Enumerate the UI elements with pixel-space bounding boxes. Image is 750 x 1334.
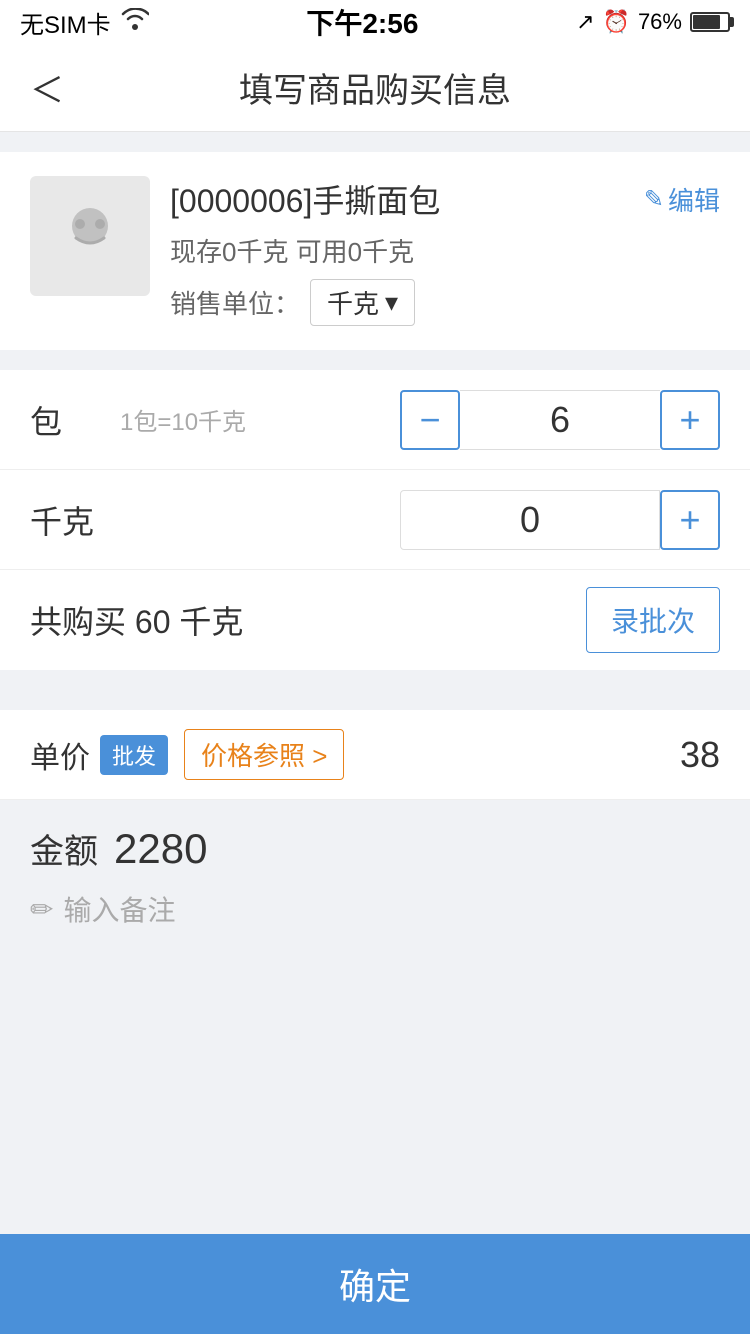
kg-input[interactable]	[400, 490, 660, 550]
note-icon: ✏	[30, 893, 53, 926]
wifi-icon	[121, 8, 149, 37]
status-left: 无SIM卡	[20, 5, 149, 40]
kg-input-row: 千克 +	[0, 470, 750, 570]
back-button[interactable]: ＜	[30, 63, 80, 112]
edit-icon: ✎	[644, 185, 664, 214]
product-name: [0000006]手撕面包	[170, 176, 440, 222]
product-unit-row: 销售单位： 千克 ▾	[170, 279, 720, 326]
price-tag: 批发	[100, 735, 168, 775]
battery-percent: 76%	[638, 9, 682, 35]
bag-input[interactable]	[460, 390, 660, 450]
bag-control: − +	[400, 390, 720, 450]
price-ref-button[interactable]: 价格参照 >	[184, 729, 344, 780]
bag-input-row: 包 1包=10千克 − +	[0, 370, 750, 470]
product-info: [0000006]手撕面包 ✎ 编辑 现存0千克 可用0千克 销售单位： 千克 …	[170, 176, 720, 326]
confirm-button[interactable]: 确定	[0, 1234, 750, 1334]
divider-1	[0, 350, 750, 370]
carrier-text: 无SIM卡	[20, 5, 111, 40]
status-right: ↗ ⏰ 76%	[576, 9, 730, 35]
product-image	[30, 176, 150, 296]
unit-value: 千克	[327, 284, 379, 321]
kg-increase-button[interactable]: +	[660, 490, 720, 550]
bag-decrease-button[interactable]: −	[400, 390, 460, 450]
product-stock: 现存0千克 可用0千克	[170, 232, 720, 269]
dropdown-icon: ▾	[385, 287, 398, 318]
divider-2	[0, 670, 750, 690]
total-row: 共购买 60 千克 录批次	[0, 570, 750, 670]
product-card: [0000006]手撕面包 ✎ 编辑 现存0千克 可用0千克 销售单位： 千克 …	[0, 152, 750, 350]
price-section: 单价 批发 价格参照 > 38	[0, 710, 750, 800]
edit-label: 编辑	[668, 181, 720, 218]
location-icon: ↗	[576, 9, 594, 35]
price-value: 38	[680, 734, 720, 776]
time-display: 下午2:56	[306, 2, 418, 42]
total-text: 共购买 60 千克	[30, 597, 243, 643]
kg-control: +	[400, 490, 720, 550]
battery-icon	[690, 12, 730, 32]
bag-label: 包	[30, 397, 110, 443]
bag-sublabel: 1包=10千克	[120, 402, 246, 437]
kg-label: 千克	[30, 497, 110, 543]
unit-label: 销售单位：	[170, 284, 300, 321]
amount-row: 金额 2280	[30, 824, 720, 873]
page-title: 填写商品购买信息	[239, 63, 511, 112]
amount-value: 2280	[114, 825, 207, 873]
alarm-icon: ⏰	[603, 9, 630, 35]
amount-label: 金额	[30, 824, 98, 873]
nav-bar: ＜ 填写商品购买信息	[0, 44, 750, 132]
bag-increase-button[interactable]: +	[660, 390, 720, 450]
note-row[interactable]: ✏ 输入备注	[30, 889, 720, 929]
product-title-row: [0000006]手撕面包 ✎ 编辑	[170, 176, 720, 222]
batch-button[interactable]: 录批次	[586, 587, 720, 653]
price-label: 单价	[30, 733, 90, 777]
status-bar: 无SIM卡 下午2:56 ↗ ⏰ 76%	[0, 0, 750, 44]
input-section: 包 1包=10千克 − + 千克 +	[0, 370, 750, 570]
price-row: 单价 批发 价格参照 > 38	[0, 710, 750, 800]
unit-select[interactable]: 千克 ▾	[310, 279, 415, 326]
edit-button[interactable]: ✎ 编辑	[644, 181, 720, 218]
amount-section: 金额 2280 ✏ 输入备注	[0, 800, 750, 953]
note-text: 输入备注	[63, 889, 175, 929]
empty-space	[0, 953, 750, 1234]
